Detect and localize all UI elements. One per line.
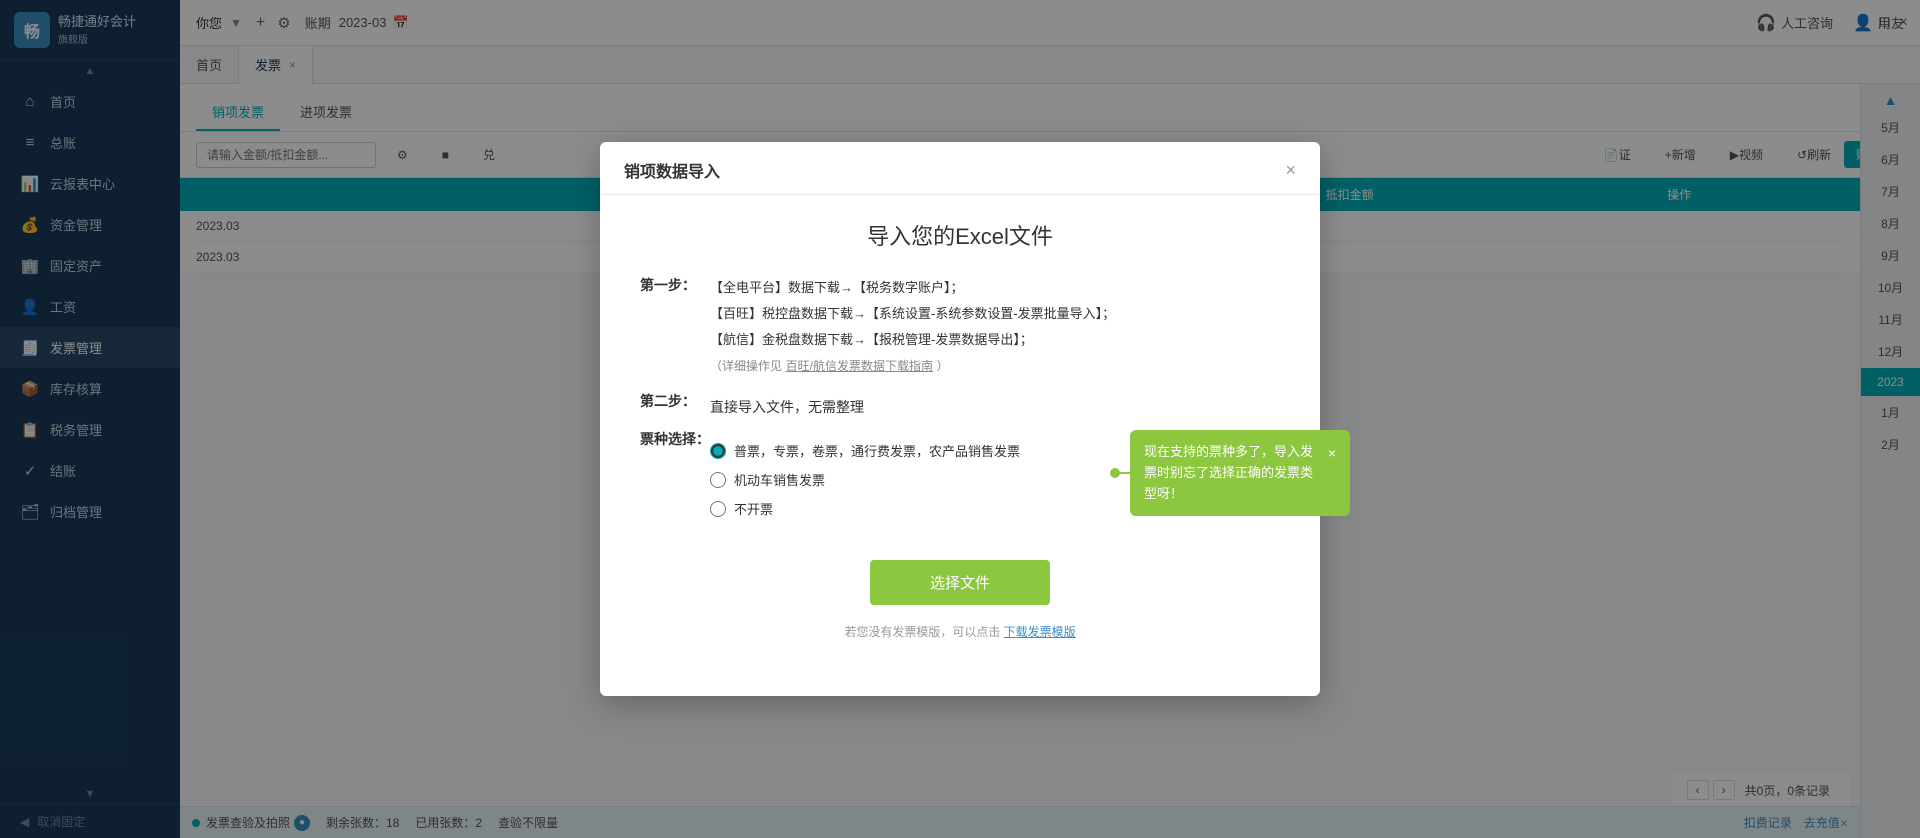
- step1-row: 第一步： 【全电平台】数据下载→【税务数字账户】； 【百旺】税控盘数据下载→【系…: [640, 275, 1280, 379]
- select-file-btn[interactable]: 选择文件: [870, 560, 1050, 605]
- modal-close-btn[interactable]: ×: [1285, 160, 1296, 181]
- step2-content: 直接导入文件，无需整理: [710, 391, 864, 417]
- ticket-selection-row: 票种选择： 普票，专票，卷票，通行费发票，农产品销售发票 机动车销售发票: [640, 429, 1280, 548]
- radio-row-motor: 机动车销售发票 × 现在支持的票种多了，导入发票时别忘了选择正确的发票类型呀！: [710, 470, 1020, 489]
- radio-motor[interactable]: [710, 472, 726, 488]
- radio-row-general: 普票，专票，卷票，通行费发票，农产品销售发票: [710, 441, 1020, 460]
- step1-label: 第一步：: [640, 275, 710, 379]
- tooltip-bubble: × 现在支持的票种多了，导入发票时别忘了选择正确的发票类型呀！: [1130, 430, 1350, 516]
- radio-motor-label: 机动车销售发票: [734, 470, 825, 489]
- modal-header: 销项数据导入 ×: [600, 142, 1320, 195]
- radio-general[interactable]: [710, 443, 726, 459]
- step1-line3: 【航信】金税盘数据下载→【报税管理-发票数据导出】；: [710, 327, 1115, 353]
- step2-row: 第二步： 直接导入文件，无需整理: [640, 391, 1280, 417]
- step1-content: 【全电平台】数据下载→【税务数字账户】； 【百旺】税控盘数据下载→【系统设置-系…: [710, 275, 1115, 379]
- radio-group: 普票，专票，卷票，通行费发票，农产品销售发票 机动车销售发票 ×: [710, 441, 1020, 528]
- modal-title: 销项数据导入: [624, 158, 720, 182]
- ticket-selection-label: 票种选择：: [640, 429, 710, 548]
- step1-hint-link[interactable]: 百旺/航信发票数据下载指南: [786, 359, 933, 373]
- modal-footer-prefix: 若您没有发票模版，可以点击: [844, 625, 1000, 639]
- step1-hint-suffix: ）: [937, 359, 949, 373]
- radio-general-label: 普票，专票，卷票，通行费发票，农产品销售发票: [734, 441, 1020, 460]
- import-modal: 销项数据导入 × 导入您的Excel文件 第一步： 【全电平台】数据下载→【税务…: [600, 142, 1320, 696]
- radio-no-invoice-label: 不开票: [734, 499, 773, 518]
- modal-import-title: 导入您的Excel文件: [640, 219, 1280, 251]
- radio-row-no-invoice: 不开票: [710, 499, 1020, 518]
- step1-line1: 【全电平台】数据下载→【税务数字账户】；: [710, 275, 1115, 301]
- radio-no-invoice[interactable]: [710, 501, 726, 517]
- modal-body: 导入您的Excel文件 第一步： 【全电平台】数据下载→【税务数字账户】； 【百…: [600, 195, 1320, 664]
- step1-hint: （详细操作见 百旺/航信发票数据下载指南 ）: [710, 353, 1115, 379]
- modal-footer-link[interactable]: 下载发票模版: [1004, 625, 1076, 639]
- step1-line2: 【百旺】税控盘数据下载→【系统设置-系统参数设置-发票批量导入】；: [710, 301, 1115, 327]
- tooltip-container: × 现在支持的票种多了，导入发票时别忘了选择正确的发票类型呀！: [1130, 430, 1350, 516]
- step2-label: 第二步：: [640, 391, 710, 417]
- tooltip-text: 现在支持的票种多了，导入发票时别忘了选择正确的发票类型呀！: [1144, 444, 1313, 501]
- tooltip-close-btn[interactable]: ×: [1328, 442, 1336, 464]
- modal-footer: 若您没有发票模版，可以点击 下载发票模版: [640, 623, 1280, 640]
- modal-overlay: 销项数据导入 × 导入您的Excel文件 第一步： 【全电平台】数据下载→【税务…: [0, 0, 1920, 838]
- step1-hint-prefix: （详细操作见: [710, 359, 782, 373]
